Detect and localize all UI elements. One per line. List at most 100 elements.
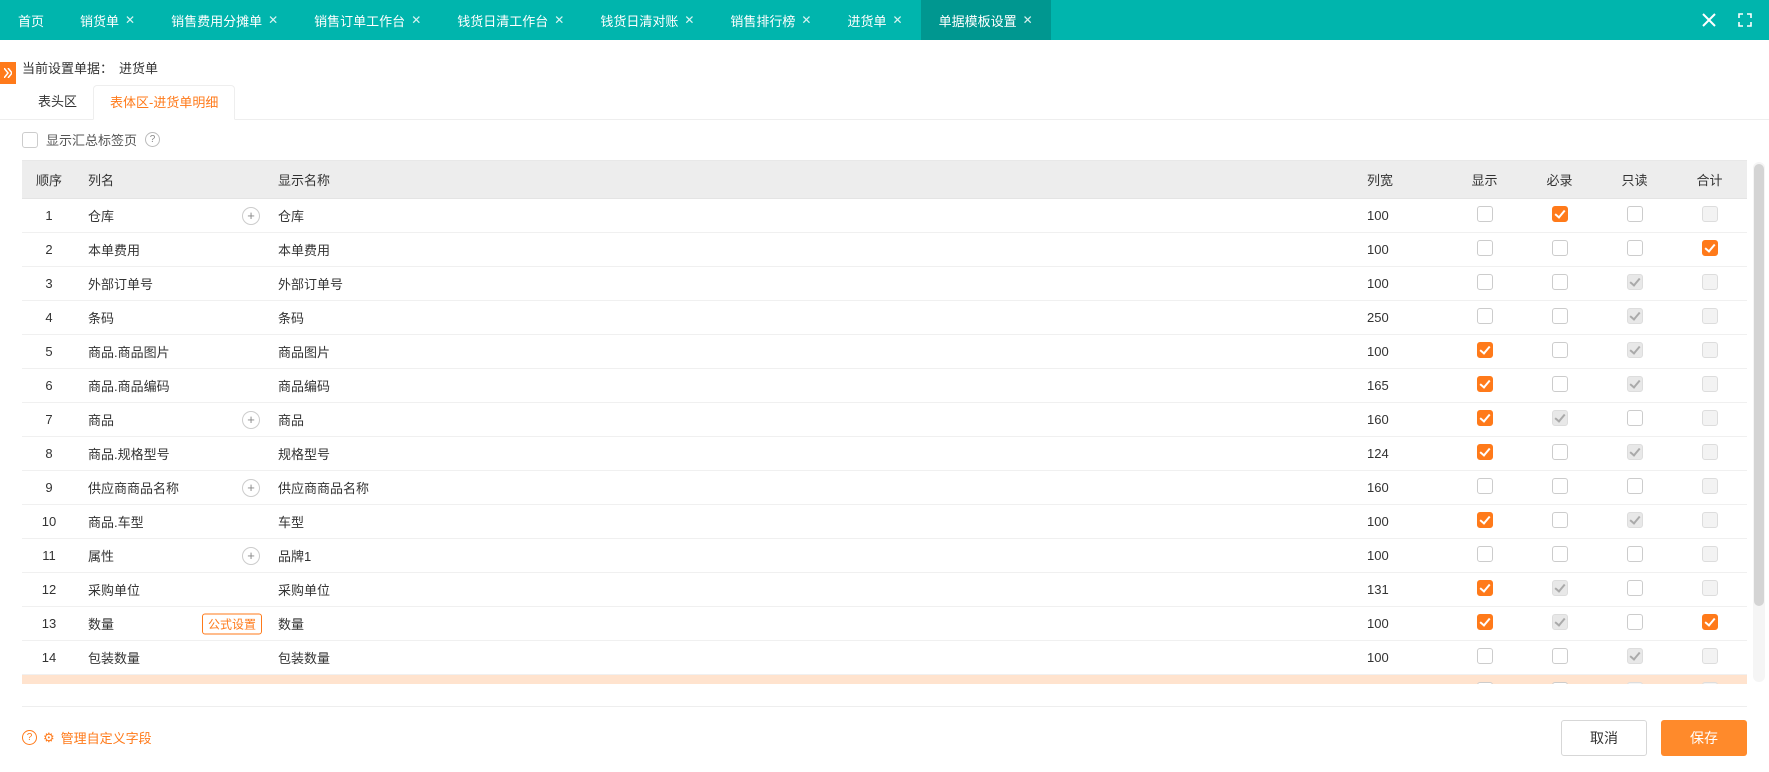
top-tab[interactable]: 钱货日清对账✕ (582, 0, 712, 40)
checkbox[interactable] (1477, 682, 1493, 684)
checkbox[interactable] (1477, 512, 1493, 528)
table-row[interactable]: 3外部订单号外部订单号100 (22, 267, 1747, 301)
checkbox[interactable] (1627, 206, 1643, 222)
add-subcolumn-icon[interactable]: + (242, 547, 260, 565)
cell-display-name[interactable]: 车型 (266, 505, 1355, 539)
checkbox[interactable] (1552, 342, 1568, 358)
close-icon[interactable]: ✕ (125, 13, 135, 27)
table-row[interactable]: 9供应商商品名称+供应商商品名称160 (22, 471, 1747, 505)
top-tab[interactable]: 销售订单工作台✕ (296, 0, 439, 40)
save-button[interactable]: 保存 (1661, 720, 1747, 756)
cell-display-name[interactable]: 单位2 (266, 675, 1355, 685)
add-subcolumn-icon[interactable]: + (242, 207, 260, 225)
checkbox[interactable] (1477, 580, 1493, 596)
checkbox[interactable] (1552, 274, 1568, 290)
checkbox[interactable] (1477, 240, 1493, 256)
show-summary-checkbox[interactable] (22, 132, 38, 148)
checkbox[interactable] (1477, 648, 1493, 664)
cell-display-name[interactable]: 外部订单号 (266, 267, 1355, 301)
top-tab[interactable]: 钱货日清工作台✕ (439, 0, 582, 40)
cell-width[interactable]: 100 (1355, 675, 1447, 685)
cell-width[interactable]: 250 (1355, 301, 1447, 335)
cancel-button[interactable]: 取消 (1561, 720, 1647, 756)
table-row[interactable]: 1仓库+仓库100 (22, 199, 1747, 233)
checkbox[interactable] (1477, 410, 1493, 426)
checkbox[interactable] (1477, 444, 1493, 460)
close-icon[interactable]: ✕ (893, 13, 903, 27)
table-row[interactable]: 2本单费用本单费用100 (22, 233, 1747, 267)
cell-width[interactable]: 100 (1355, 267, 1447, 301)
formula-settings-button[interactable]: 公式设置 (202, 613, 262, 634)
table-row[interactable]: 4条码条码250 (22, 301, 1747, 335)
cell-display-name[interactable]: 商品图片 (266, 335, 1355, 369)
top-tab[interactable]: 首页 (0, 0, 62, 40)
table-row[interactable]: 13数量公式设置数量100 (22, 607, 1747, 641)
add-subcolumn-icon[interactable]: + (242, 479, 260, 497)
table-row[interactable]: 6商品.商品编码商品编码165 (22, 369, 1747, 403)
close-icon[interactable]: ✕ (1023, 13, 1033, 27)
checkbox[interactable] (1702, 614, 1718, 630)
checkbox[interactable] (1552, 512, 1568, 528)
close-icon[interactable]: ✕ (268, 13, 278, 27)
close-icon[interactable]: ✕ (801, 13, 811, 27)
checkbox[interactable] (1627, 478, 1643, 494)
checkbox[interactable] (1477, 614, 1493, 630)
cell-width[interactable]: 100 (1355, 335, 1447, 369)
cell-width[interactable]: 100 (1355, 199, 1447, 233)
help-icon[interactable]: ? (145, 132, 160, 147)
close-icon[interactable]: ✕ (554, 13, 564, 27)
add-subcolumn-icon[interactable]: + (242, 411, 260, 429)
checkbox[interactable] (1627, 410, 1643, 426)
cell-width[interactable]: 165 (1355, 369, 1447, 403)
table-row[interactable]: 12采购单位采购单位131 (22, 573, 1747, 607)
cell-width[interactable]: 100 (1355, 539, 1447, 573)
table-row[interactable]: 8商品.规格型号规格型号124 (22, 437, 1747, 471)
cell-width[interactable]: 131 (1355, 573, 1447, 607)
top-tab[interactable]: 单据模板设置✕ (921, 0, 1051, 40)
top-tab[interactable]: 销货单✕ (62, 0, 153, 40)
top-tab[interactable]: 进货单✕ (829, 0, 920, 40)
checkbox[interactable] (1627, 614, 1643, 630)
close-icon[interactable]: ✕ (684, 13, 694, 27)
checkbox[interactable] (1552, 682, 1568, 684)
cell-display-name[interactable]: 数量 (266, 607, 1355, 641)
section-tab[interactable]: 表体区-进货单明细 (93, 85, 235, 120)
fullscreen-icon[interactable] (1729, 4, 1761, 36)
cell-display-name[interactable]: 商品 (266, 403, 1355, 437)
cell-display-name[interactable]: 采购单位 (266, 573, 1355, 607)
table-scroll[interactable]: 顺序 列名 显示名称 列宽 显示 必录 只读 合计 1仓库+仓库1002本单费用… (22, 161, 1747, 684)
checkbox[interactable] (1627, 580, 1643, 596)
cell-display-name[interactable]: 仓库 (266, 199, 1355, 233)
checkbox[interactable] (1477, 376, 1493, 392)
checkbox[interactable] (1477, 546, 1493, 562)
expand-sidebar-icon[interactable] (0, 62, 16, 84)
checkbox[interactable] (1552, 240, 1568, 256)
cell-width[interactable]: 124 (1355, 437, 1447, 471)
cell-width[interactable]: 160 (1355, 403, 1447, 437)
cell-display-name[interactable]: 品牌1 (266, 539, 1355, 573)
checkbox[interactable] (1477, 308, 1493, 324)
cell-width[interactable]: 160 (1355, 471, 1447, 505)
checkbox[interactable] (1552, 206, 1568, 222)
section-tab[interactable]: 表头区 (22, 85, 93, 119)
cell-width[interactable]: 100 (1355, 641, 1447, 675)
vertical-scrollbar[interactable] (1753, 162, 1765, 682)
footer-help-icon[interactable]: ? (22, 730, 37, 745)
checkbox[interactable] (1552, 478, 1568, 494)
scrollbar-thumb[interactable] (1754, 164, 1764, 606)
cell-display-name[interactable]: 包装数量 (266, 641, 1355, 675)
table-row[interactable]: 14包装数量包装数量100 (22, 641, 1747, 675)
table-row[interactable]: 10商品.车型车型100 (22, 505, 1747, 539)
close-icon[interactable]: ✕ (411, 13, 421, 27)
cell-display-name[interactable]: 条码 (266, 301, 1355, 335)
top-tab[interactable]: 销售排行榜✕ (712, 0, 829, 40)
cell-display-name[interactable]: 供应商商品名称 (266, 471, 1355, 505)
checkbox[interactable] (1552, 376, 1568, 392)
manage-custom-fields-link[interactable]: 管理自定义字段 (61, 728, 152, 747)
checkbox[interactable] (1552, 546, 1568, 562)
checkbox[interactable] (1552, 648, 1568, 664)
cell-display-name[interactable]: 商品编码 (266, 369, 1355, 403)
table-row[interactable]: 7商品+商品160 (22, 403, 1747, 437)
checkbox[interactable] (1477, 478, 1493, 494)
checkbox[interactable] (1477, 342, 1493, 358)
